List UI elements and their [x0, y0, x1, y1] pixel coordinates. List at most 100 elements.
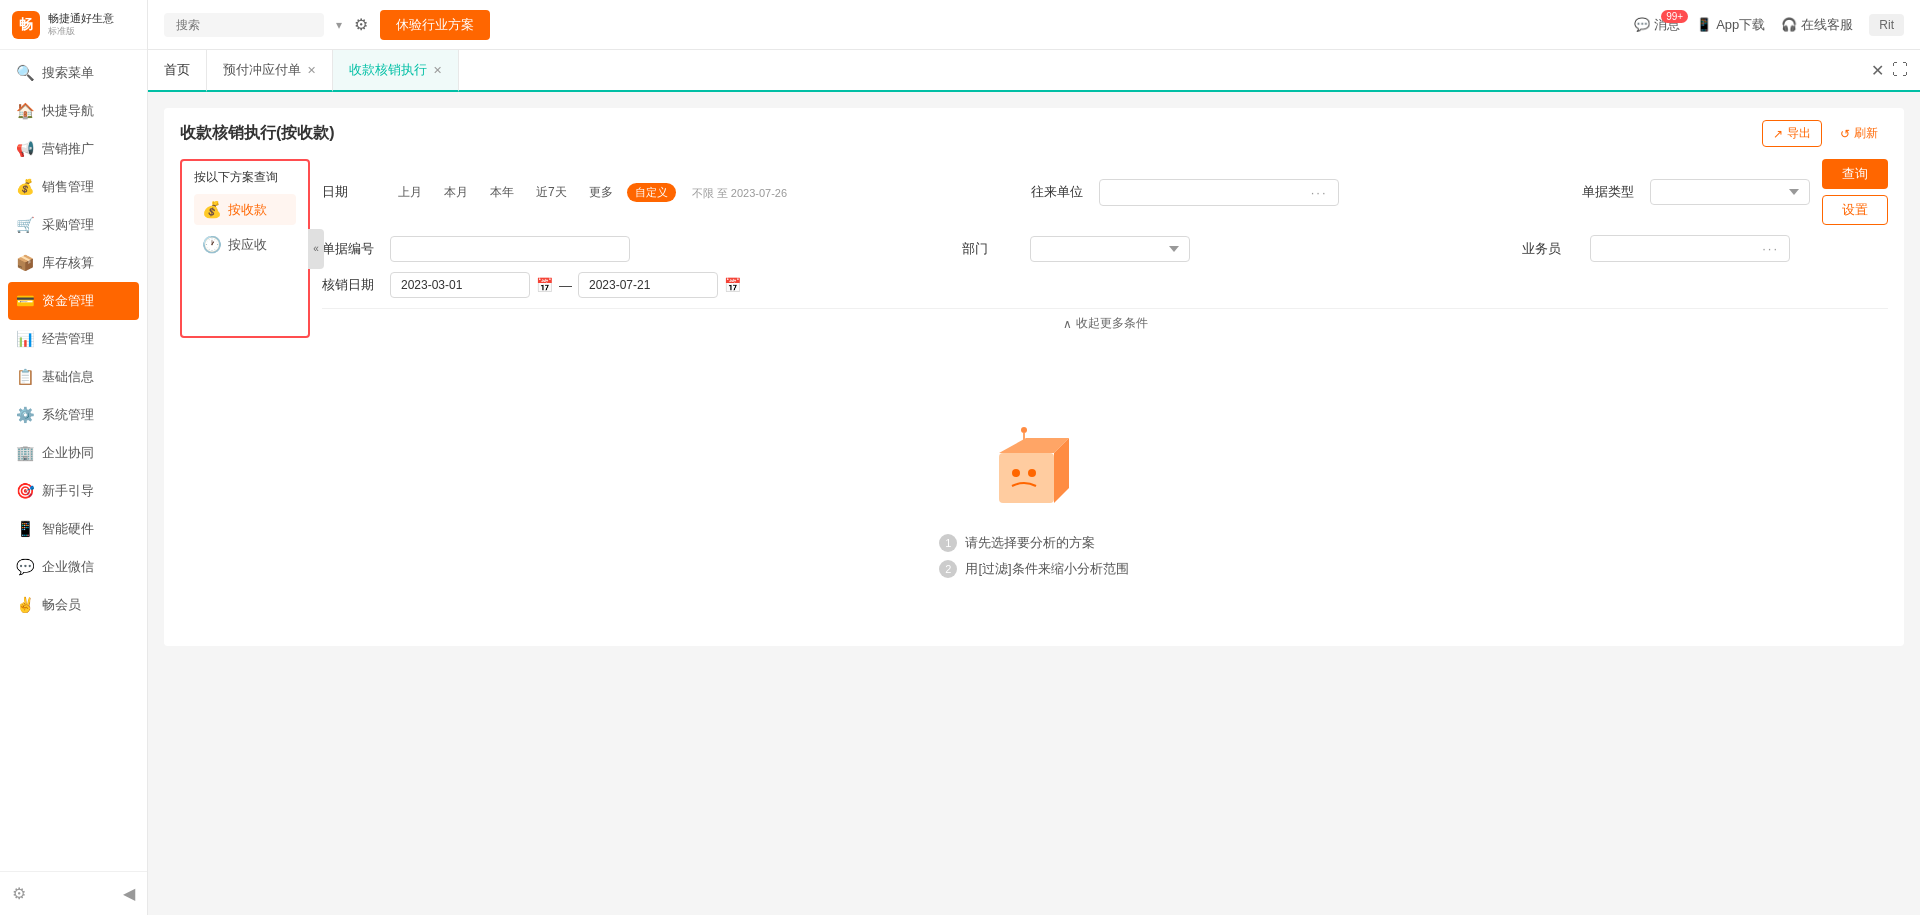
staff-dots[interactable]: ···: [1762, 241, 1779, 256]
sidebar-item-label: 采购管理: [42, 216, 94, 234]
sidebar-item-basic[interactable]: 📋 基础信息: [0, 358, 147, 396]
dept-select[interactable]: [1030, 236, 1190, 262]
sidebar-item-purchase[interactable]: 🛒 采购管理: [0, 206, 147, 244]
tab-prepay-close[interactable]: ✕: [307, 64, 316, 77]
right-eye: [1028, 469, 1036, 477]
sidebar-item-label: 系统管理: [42, 406, 94, 424]
main-content-wrapper: 收款核销执行(按收款) ↗ 导出 ↺ 刷新 按以下方案查询: [164, 108, 1904, 646]
date-no-limit-wrapper: 不限 至 2023-07-26: [692, 184, 787, 201]
main-area: ▾ ⚙ 休验行业方案 💬 消息 99+ 📱 App下载 🎧 在线客服 Rit 首…: [148, 0, 1920, 915]
topbar-search-input[interactable]: [164, 13, 324, 37]
date-last-month[interactable]: 上月: [390, 182, 430, 203]
date-this-year[interactable]: 本年: [482, 182, 522, 203]
filter-row-2: 单据编号 部门 业务员 ···: [322, 235, 1888, 262]
app-icon: 📱: [1696, 17, 1712, 32]
date-more[interactable]: 更多: [581, 182, 621, 203]
date-7days[interactable]: 近7天: [528, 182, 575, 203]
filter-receivable-label: 按应收: [228, 236, 267, 254]
sidebar-item-search[interactable]: 🔍 搜索菜单: [0, 54, 147, 92]
query-btn[interactable]: 查询: [1822, 159, 1888, 189]
inventory-icon: 📦: [16, 254, 34, 272]
tabbar: 首页 预付冲应付单 ✕ 收款核销执行 ✕ ✕ ⛶: [148, 50, 1920, 92]
sidebar-item-marketing[interactable]: 📢 营销推广: [0, 130, 147, 168]
date-this-month[interactable]: 本月: [436, 182, 476, 203]
sidebar-item-label: 快捷导航: [42, 102, 94, 120]
page-title: 收款核销执行(按收款): [180, 123, 335, 144]
sidebar-item-wechat[interactable]: 💬 企业微信: [0, 548, 147, 586]
hint-item-1: 1 请先选择要分析的方案: [939, 534, 1128, 552]
refresh-btn[interactable]: ↺ 刷新: [1830, 120, 1888, 147]
scheme-selector: 按以下方案查询 💰 按收款 🕐 按应收 «: [180, 159, 310, 338]
tab-expand-icon[interactable]: ⛶: [1892, 61, 1908, 79]
scheme-title: 按以下方案查询: [194, 169, 296, 186]
collapse-conditions-btn[interactable]: ∧ 收起更多条件: [322, 308, 1888, 338]
box-body: [999, 453, 1054, 503]
chevron-up-icon: ∧: [1063, 317, 1072, 331]
filter-collapse-btn[interactable]: «: [308, 229, 324, 269]
topbar-message[interactable]: 💬 消息 99+: [1634, 16, 1680, 34]
enterprise-icon: 🏢: [16, 444, 34, 462]
sidebar-item-label: 畅会员: [42, 596, 81, 614]
bill-no-input[interactable]: [390, 236, 630, 262]
partner-dots[interactable]: ···: [1311, 185, 1328, 200]
bill-type-label: 单据类型: [1582, 183, 1638, 201]
search-icon: 🔍: [16, 64, 34, 82]
topbar-user[interactable]: Rit: [1869, 14, 1904, 36]
sidebar-item-quick-nav[interactable]: 🏠 快捷导航: [0, 92, 147, 130]
verify-date-start[interactable]: [390, 272, 530, 298]
tab-collect-close[interactable]: ✕: [433, 64, 442, 77]
filter-row-3: 核销日期 📅 — 📅: [322, 272, 1888, 298]
empty-hints: 1 请先选择要分析的方案 2 用[过滤]条件来缩小分析范围: [939, 534, 1128, 586]
app-label: App下载: [1716, 16, 1765, 34]
settings-bottom-icon[interactable]: ⚙: [8, 880, 30, 907]
topbar-app-download[interactable]: 📱 App下载: [1696, 16, 1765, 34]
staff-input-wrapper[interactable]: ···: [1590, 235, 1790, 262]
filter-by-receipt[interactable]: 💰 按收款: [194, 194, 296, 225]
topbar-chevron-icon[interactable]: ▾: [336, 18, 342, 32]
sidebar-menu: 🔍 搜索菜单 🏠 快捷导航 📢 营销推广 💰 销售管理 🛒 采购管理 📦 库存核…: [0, 50, 147, 871]
sidebar-item-guide[interactable]: 🎯 新手引导: [0, 472, 147, 510]
sidebar-item-enterprise[interactable]: 🏢 企业协同: [0, 434, 147, 472]
basic-icon: 📋: [16, 368, 34, 386]
tab-prepay[interactable]: 预付冲应付单 ✕: [207, 50, 333, 92]
sidebar-item-inventory[interactable]: 📦 库存核算: [0, 244, 147, 282]
sidebar-item-sales[interactable]: 💰 销售管理: [0, 168, 147, 206]
system-icon: ⚙️: [16, 406, 34, 424]
tab-collect[interactable]: 收款核销执行 ✕: [333, 50, 459, 92]
topbar-right: 💬 消息 99+ 📱 App下载 🎧 在线客服 Rit: [1634, 14, 1904, 36]
industry-btn[interactable]: 休验行业方案: [380, 10, 490, 40]
tab-collect-label: 收款核销执行: [349, 61, 427, 79]
sidebar-item-label: 资金管理: [42, 292, 94, 310]
sidebar-item-system[interactable]: ⚙️ 系统管理: [0, 396, 147, 434]
date-custom-badge[interactable]: 自定义: [627, 183, 676, 202]
sidebar-item-operation[interactable]: 📊 经营管理: [0, 320, 147, 358]
settings-btn[interactable]: 设置: [1822, 195, 1888, 225]
empty-svg: [984, 418, 1084, 518]
topbar-gear-icon[interactable]: ⚙: [354, 15, 368, 34]
verify-date-start-cal-icon[interactable]: 📅: [536, 277, 553, 293]
filter-by-receivable[interactable]: 🕐 按应收: [194, 229, 296, 260]
tab-close-window-icon[interactable]: ✕: [1871, 61, 1884, 80]
refresh-label: 刷新: [1854, 125, 1878, 142]
sidebar-item-hardware[interactable]: 📱 智能硬件: [0, 510, 147, 548]
finance-icon: 💳: [16, 292, 34, 310]
partner-input-wrapper[interactable]: ···: [1099, 179, 1339, 206]
tab-actions: ✕ ⛶: [1859, 50, 1920, 90]
sidebar-item-finance[interactable]: 💳 资金管理: [8, 282, 139, 320]
sidebar-item-label: 经营管理: [42, 330, 94, 348]
topbar: ▾ ⚙ 休验行业方案 💬 消息 99+ 📱 App下载 🎧 在线客服 Rit: [148, 0, 1920, 50]
verify-date-end[interactable]: [578, 272, 718, 298]
hint-num-1: 1: [939, 534, 957, 552]
bill-type-select[interactable]: [1650, 179, 1810, 205]
tab-home[interactable]: 首页: [148, 50, 207, 92]
verify-date-end-cal-icon[interactable]: 📅: [724, 277, 741, 293]
sidebar-item-member[interactable]: ✌️ 畅会员: [0, 586, 147, 624]
export-btn[interactable]: ↗ 导出: [1762, 120, 1822, 147]
left-eye: [1012, 469, 1020, 477]
collapse-sidebar-icon[interactable]: ◀: [119, 880, 139, 907]
page-header: 收款核销执行(按收款) ↗ 导出 ↺ 刷新: [164, 108, 1904, 147]
home-icon: 🏠: [16, 102, 34, 120]
topbar-service[interactable]: 🎧 在线客服: [1781, 16, 1853, 34]
sidebar: 畅 畅捷通好生意 标准版 🔍 搜索菜单 🏠 快捷导航 📢 营销推广 💰 销售管理…: [0, 0, 148, 915]
service-icon: 🎧: [1781, 17, 1797, 32]
